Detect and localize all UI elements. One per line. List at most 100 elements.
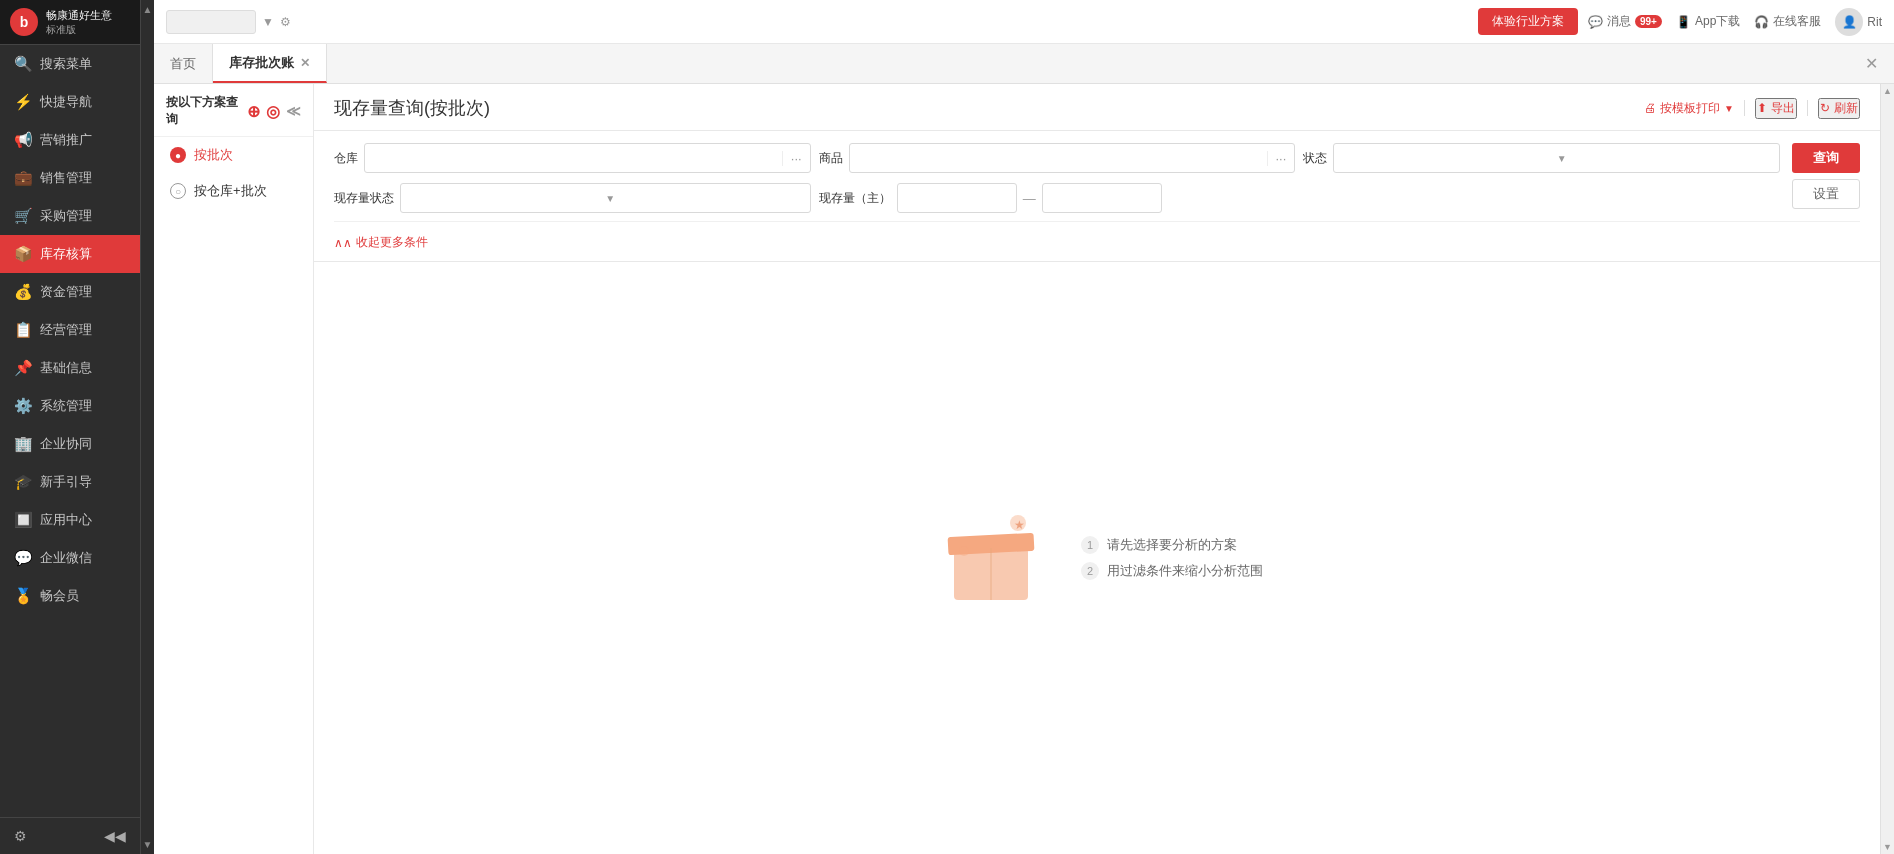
purchase-icon: 🛒 <box>14 207 32 225</box>
query-header-actions: 🖨 按模板打印 ▼ ⬆ 导出 ↻ 刷新 <box>1644 98 1860 119</box>
scroll-down-button[interactable]: ▼ <box>1881 840 1894 854</box>
app-logo: b <box>10 8 38 36</box>
warehouse-dots-button[interactable]: ··· <box>782 151 810 166</box>
sidebar-item-sales[interactable]: 💼 销售管理 <box>0 159 140 197</box>
sidebar-item-search[interactable]: 🔍 搜索菜单 <box>0 45 140 83</box>
sidebar-item-system[interactable]: ⚙️ 系统管理 <box>0 387 140 425</box>
left-panel-header: 按以下方案查询 ⊕ ◎ ≪ <box>154 84 313 137</box>
online-service-button[interactable]: 🎧 在线客服 <box>1754 13 1821 30</box>
sidebar-item-vip[interactable]: 🏅 畅会员 <box>0 577 140 615</box>
stock-qty-label: 现存量（主） <box>819 190 891 207</box>
divider2 <box>1807 100 1808 116</box>
user-menu[interactable]: 👤 Rit <box>1835 8 1882 36</box>
left-panel-title: 按以下方案查询 <box>166 94 247 128</box>
add-plan-icon[interactable]: ⊕ <box>247 102 260 121</box>
divider <box>1744 100 1745 116</box>
operation-icon: 📋 <box>14 321 32 339</box>
finance-icon: 💰 <box>14 283 32 301</box>
query-header: 现存量查询(按批次) 🖨 按模板打印 ▼ ⬆ 导出 ↻ 刷 <box>314 84 1880 131</box>
filter-section: 仓库 ··· 商品 ··· <box>314 131 1880 262</box>
tab-close-icon[interactable]: ✕ <box>300 56 310 70</box>
enterprise-icon: 🏢 <box>14 435 32 453</box>
message-icon: 💬 <box>1588 15 1603 29</box>
warehouse-input[interactable] <box>365 151 782 165</box>
collapse-filter-button[interactable]: ∧∧ 收起更多条件 <box>334 228 1860 253</box>
plan-item-batch[interactable]: ● 按批次 <box>154 137 313 173</box>
sidebar-scrollbar: ▲ ▼ <box>140 0 154 854</box>
messages-button[interactable]: 💬 消息 99+ <box>1588 13 1662 30</box>
empty-state: ★ 1 请先选择要分析的方案 2 用过滤条件来缩小分析范围 <box>314 262 1880 854</box>
settings-icon[interactable]: ⚙ <box>14 828 27 844</box>
active-dot-icon: ● <box>170 147 186 163</box>
manage-plan-icon[interactable]: ◎ <box>266 102 280 121</box>
collapse-sidebar-icon[interactable]: ◀◀ <box>104 828 126 844</box>
system-icon: ⚙️ <box>14 397 32 415</box>
tip-number-2: 2 <box>1081 562 1099 580</box>
right-scrollbar: ▲ ▼ <box>1880 84 1894 854</box>
goods-dots-button[interactable]: ··· <box>1267 151 1295 166</box>
headset-icon: 🎧 <box>1754 15 1769 29</box>
query-button[interactable]: 查询 <box>1792 143 1860 173</box>
newuser-icon: 🎓 <box>14 473 32 491</box>
scroll-thumb[interactable] <box>1881 98 1894 840</box>
empty-tip-2: 2 用过滤条件来缩小分析范围 <box>1081 562 1263 580</box>
industry-solution-button[interactable]: 体验行业方案 <box>1478 8 1578 35</box>
export-button[interactable]: ⬆ 导出 <box>1755 98 1797 119</box>
sidebar-item-enterprise[interactable]: 🏢 企业协同 <box>0 425 140 463</box>
quicknav-icon: ⚡ <box>14 93 32 111</box>
stock-qty-min-input[interactable] <box>897 183 1017 213</box>
vip-icon: 🏅 <box>14 587 32 605</box>
inventory-icon: 📦 <box>14 245 32 263</box>
sidebar-item-wxbiz[interactable]: 💬 企业微信 <box>0 539 140 577</box>
phone-icon: 📱 <box>1676 15 1691 29</box>
svg-text:★: ★ <box>1014 518 1025 532</box>
page-title: 现存量查询(按批次) <box>334 96 490 120</box>
stock-qty-max-input[interactable] <box>1042 183 1162 213</box>
settings-shortcut-icon[interactable]: ⚙ <box>280 15 291 29</box>
stock-qty-input: — <box>897 183 1162 213</box>
status-dropdown-icon: ▼ <box>1557 153 1771 164</box>
sidebar-item-purchase[interactable]: 🛒 采购管理 <box>0 197 140 235</box>
refresh-icon: ↻ <box>1820 101 1830 115</box>
sidebar-item-marketing[interactable]: 📢 营销推广 <box>0 121 140 159</box>
stock-status-select[interactable]: ▼ <box>400 183 811 213</box>
goods-input[interactable] <box>850 151 1267 165</box>
app-download-button[interactable]: 📱 App下载 <box>1676 13 1740 30</box>
print-button[interactable]: 🖨 按模板打印 ▼ <box>1644 100 1734 117</box>
sidebar-item-basic[interactable]: 📌 基础信息 <box>0 349 140 387</box>
scroll-up-icon[interactable]: ▲ <box>143 4 153 15</box>
search-input[interactable] <box>166 10 256 34</box>
messages-badge: 99+ <box>1635 15 1662 28</box>
main-area: ▼ ⚙ 体验行业方案 💬 消息 99+ 📱 App下载 🎧 在线客服 👤 Rit <box>154 0 1894 854</box>
tabbar: 首页 库存批次账 ✕ ✕ <box>154 44 1894 84</box>
status-select[interactable]: ▼ <box>1333 143 1780 173</box>
tab-home[interactable]: 首页 <box>154 44 213 83</box>
tab-batch[interactable]: 库存批次账 ✕ <box>213 44 327 83</box>
tip-number-1: 1 <box>1081 536 1099 554</box>
sidebar-item-inventory[interactable]: 📦 库存核算 <box>0 235 140 273</box>
print-dropdown-icon[interactable]: ▼ <box>1724 103 1734 114</box>
sidebar-item-finance[interactable]: 💰 资金管理 <box>0 273 140 311</box>
scroll-up-button[interactable]: ▲ <box>1881 84 1894 98</box>
scroll-down-icon[interactable]: ▼ <box>143 839 153 850</box>
topbar: ▼ ⚙ 体验行业方案 💬 消息 99+ 📱 App下载 🎧 在线客服 👤 Rit <box>154 0 1894 44</box>
sidebar-item-newuser[interactable]: 🎓 新手引导 <box>0 463 140 501</box>
action-buttons: 查询 设置 <box>1792 143 1860 209</box>
left-panel: 按以下方案查询 ⊕ ◎ ≪ ● 按批次 ○ 按仓库+批次 <box>154 84 314 854</box>
dropdown-icon[interactable]: ▼ <box>262 15 274 29</box>
sidebar-item-operation[interactable]: 📋 经营管理 <box>0 311 140 349</box>
plan-item-warehousebatch[interactable]: ○ 按仓库+批次 <box>154 173 313 209</box>
panel-close-icon[interactable]: ✕ <box>1857 54 1886 73</box>
refresh-button[interactable]: ↻ 刷新 <box>1818 98 1860 119</box>
goods-input-field[interactable]: ··· <box>849 143 1296 173</box>
warehouse-input-field[interactable]: ··· <box>364 143 811 173</box>
tab-batch-label: 库存批次账 <box>229 54 294 72</box>
collapse-panel-icon[interactable]: ≪ <box>286 103 301 119</box>
sidebar-item-quicknav[interactable]: ⚡ 快捷导航 <box>0 83 140 121</box>
right-panel: 现存量查询(按批次) 🖨 按模板打印 ▼ ⬆ 导出 ↻ 刷 <box>314 84 1880 854</box>
sidebar-item-appcenter[interactable]: 🔲 应用中心 <box>0 501 140 539</box>
settings-button[interactable]: 设置 <box>1792 179 1860 209</box>
username-label: Rit <box>1867 15 1882 29</box>
inactive-dot-icon: ○ <box>170 183 186 199</box>
left-panel-actions: ⊕ ◎ ≪ <box>247 102 301 121</box>
